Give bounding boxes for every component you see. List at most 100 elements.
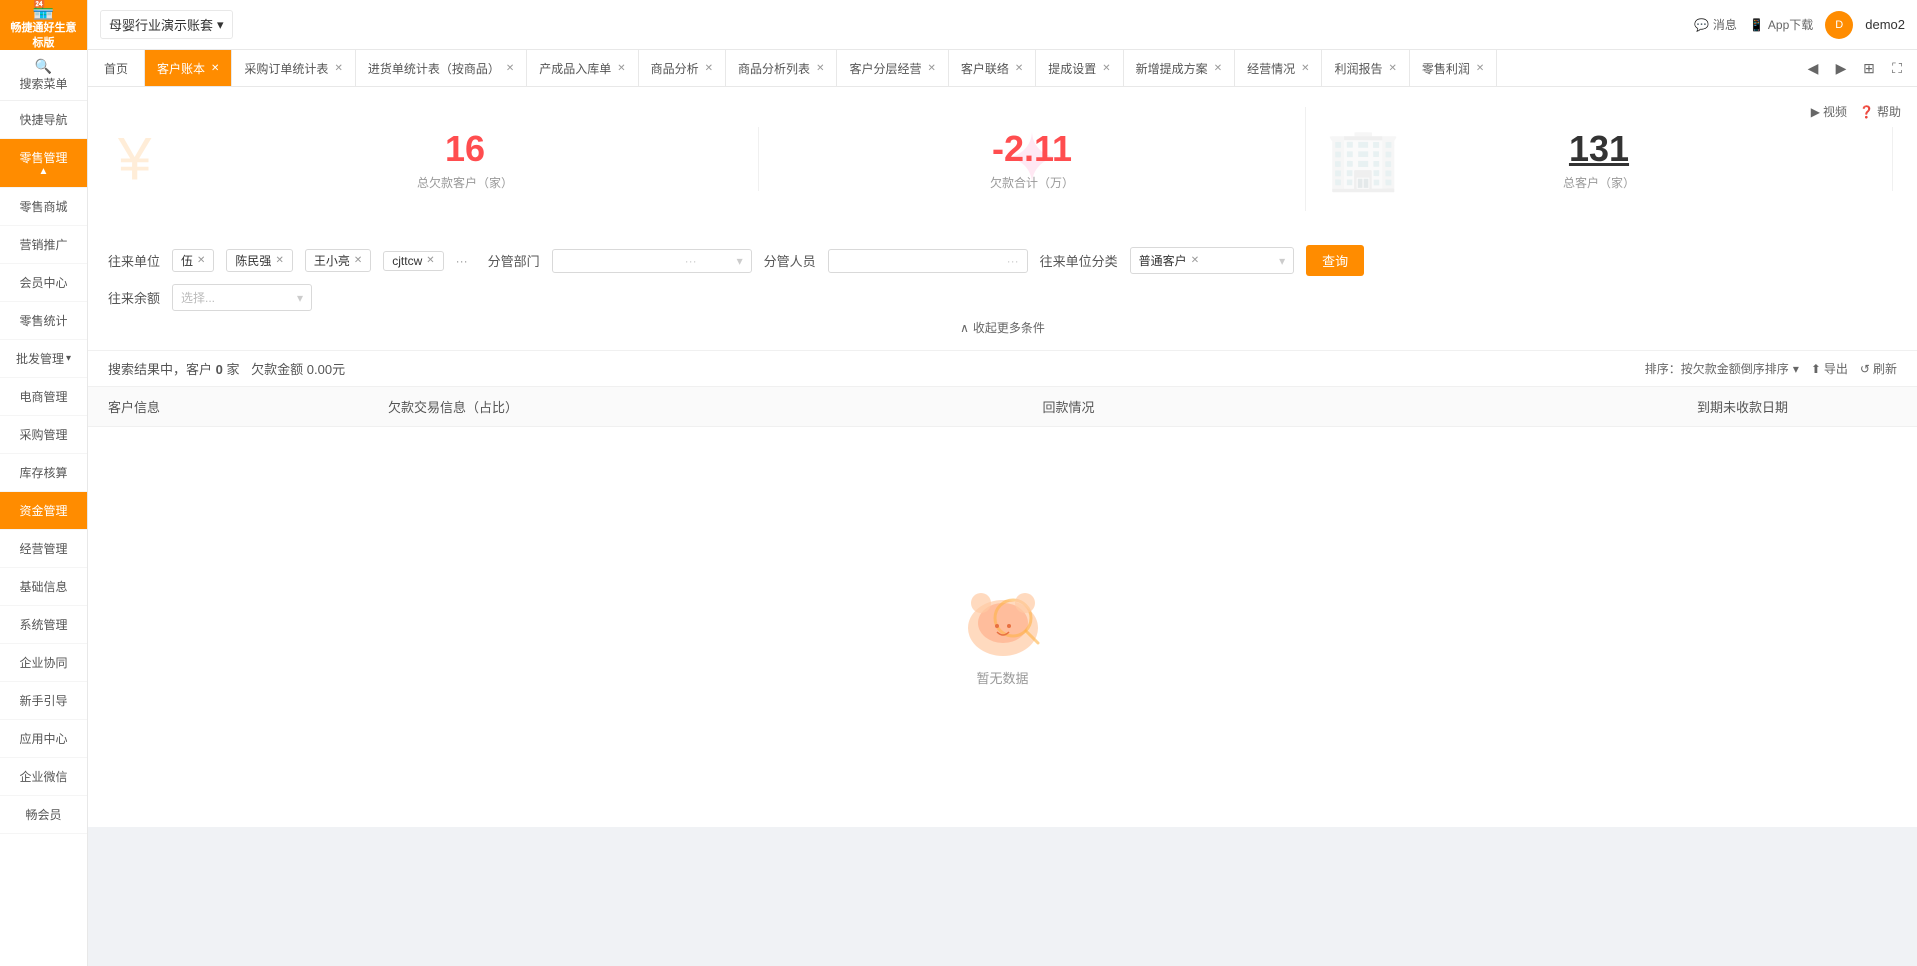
filter-tag-cjttcw-remove[interactable]: ✕ xyxy=(426,255,434,266)
tab-product-inbound[interactable]: 产成品入库单 ✕ xyxy=(527,50,638,86)
tab-commission-settings-label: 提成设置 xyxy=(1048,60,1096,77)
tab-expand[interactable]: ⊞ xyxy=(1857,56,1881,80)
tab-retail-profit-close[interactable]: ✕ xyxy=(1476,63,1484,74)
tab-retail-profit-label: 零售利润 xyxy=(1422,60,1470,77)
dept-select[interactable]: ··· ▾ xyxy=(552,249,752,273)
results-actions: 排序：按欠款金额倒序排序 ▾ ⬆ 导出 ↺ 刷新 xyxy=(1645,360,1897,377)
tab-retail-profit[interactable]: 零售利润 ✕ xyxy=(1410,50,1497,86)
tab-profit-report-close[interactable]: ✕ xyxy=(1389,63,1397,74)
tab-customer-tier-close[interactable]: ✕ xyxy=(927,63,935,74)
category-tag-remove[interactable]: ✕ xyxy=(1191,255,1199,266)
stat-icon-building: 🏢 xyxy=(1326,124,1401,195)
tab-product-inbound-close[interactable]: ✕ xyxy=(617,63,625,74)
tab-purchase-order-close[interactable]: ✕ xyxy=(334,63,342,74)
tab-purchase-stats-close[interactable]: ✕ xyxy=(506,63,514,74)
filter-tag-wang-remove[interactable]: ✕ xyxy=(354,255,362,266)
sidebar-item-wholesale[interactable]: 批发管理 ▾ xyxy=(0,340,87,378)
sidebar-item-operations[interactable]: 经营管理 xyxy=(0,530,87,568)
logo-text-line1: 畅捷通好生意 xyxy=(11,21,77,35)
tab-product-analysis-list-close[interactable]: ✕ xyxy=(816,63,824,74)
tab-commission-settings-close[interactable]: ✕ xyxy=(1102,63,1110,74)
tab-customer-account-close[interactable]: ✕ xyxy=(211,63,219,74)
tab-scroll-right[interactable]: ▶ xyxy=(1829,56,1853,80)
sidebar-item-basic-info[interactable]: 基础信息 xyxy=(0,568,87,606)
video-button[interactable]: ▶ 视频 xyxy=(1811,103,1847,120)
sidebar-item-beginner-guide[interactable]: 新手引导 xyxy=(0,682,87,720)
tab-commission-settings[interactable]: 提成设置 ✕ xyxy=(1036,50,1123,86)
tab-product-analysis-close[interactable]: ✕ xyxy=(705,63,713,74)
empty-illustration: 暂无数据 xyxy=(943,568,1063,687)
tab-purchase-stats-by-product[interactable]: 进货单统计表（按商品） ✕ xyxy=(356,50,527,86)
tab-profit-report[interactable]: 利润报告 ✕ xyxy=(1322,50,1409,86)
filter-tag-chen: 陈民强 ✕ xyxy=(226,249,292,272)
user-name: demo2 xyxy=(1865,17,1905,32)
tab-customer-tier-label: 客户分层经营 xyxy=(849,60,921,77)
sidebar-item-ecommerce[interactable]: 电商管理 xyxy=(0,378,87,416)
person-select[interactable]: ··· xyxy=(828,249,1028,273)
sidebar-item-retail-mall[interactable]: 零售商城 xyxy=(0,188,87,226)
refresh-button[interactable]: ↺ 刷新 xyxy=(1860,360,1897,377)
table-col1: 客户信息 xyxy=(108,397,388,416)
sidebar-item-retail-stats[interactable]: 零售统计 xyxy=(0,302,87,340)
sidebar-item-retail-management[interactable]: 零售管理 ▲ xyxy=(0,139,87,188)
remaining-select-arrow: ▾ xyxy=(297,291,303,305)
help-button[interactable]: ❓ 帮助 xyxy=(1859,103,1901,120)
sidebar-item-app-center[interactable]: 应用中心 xyxy=(0,720,87,758)
filter-tag-wu-remove[interactable]: ✕ xyxy=(197,255,205,266)
sidebar-item-members[interactable]: 会员中心 xyxy=(0,264,87,302)
refresh-icon: ↺ xyxy=(1860,362,1870,376)
tab-customer-contact[interactable]: 客户联络 ✕ xyxy=(949,50,1036,86)
filter-more-button[interactable]: ··· xyxy=(456,254,468,268)
tab-customer-tier[interactable]: 客户分层经营 ✕ xyxy=(837,50,948,86)
sidebar-wholesale-label: 批发管理 xyxy=(16,350,64,367)
empty-state-svg xyxy=(943,568,1063,668)
tab-customer-account[interactable]: 客户账本 ✕ xyxy=(145,50,232,86)
filter-tag-chen-text: 陈民强 xyxy=(235,252,271,269)
sidebar-item-changhui[interactable]: 畅会员 xyxy=(0,796,87,834)
tab-operations-close[interactable]: ✕ xyxy=(1301,63,1309,74)
tab-operations[interactable]: 经营情况 ✕ xyxy=(1235,50,1322,86)
tab-new-commission-close[interactable]: ✕ xyxy=(1214,63,1222,74)
tabbar: 首页 客户账本 ✕ 采购订单统计表 ✕ 进货单统计表（按商品） ✕ 产成品入库单… xyxy=(88,50,1917,87)
tab-fullscreen[interactable]: ⛶ xyxy=(1885,56,1909,80)
tab-customer-contact-close[interactable]: ✕ xyxy=(1015,63,1023,74)
message-button[interactable]: 💬 消息 xyxy=(1694,16,1737,33)
tab-purchase-stats-label: 进货单统计表（按商品） xyxy=(368,60,500,77)
sidebar-item-marketing[interactable]: 营销推广 xyxy=(0,226,87,264)
collapse-button[interactable]: ∧ 收起更多条件 xyxy=(960,319,1045,336)
filter-tag-wu-text: 伍 xyxy=(181,252,193,269)
sort-selector[interactable]: 排序：按欠款金额倒序排序 ▾ xyxy=(1645,360,1799,377)
sidebar-item-system[interactable]: 系统管理 xyxy=(0,606,87,644)
main-area: 母婴行业演示账套 ▾ 💬 消息 📱 App下载 D demo2 首页 客户账本 xyxy=(88,0,1917,966)
tab-new-commission[interactable]: 新增提成方案 ✕ xyxy=(1124,50,1235,86)
filter-tag-cjttcw: cjttcw ✕ xyxy=(383,251,443,271)
app-download-button[interactable]: 📱 App下载 xyxy=(1749,16,1813,33)
export-label: 导出 xyxy=(1824,360,1848,377)
category-select[interactable]: 普通客户 ✕ ▾ xyxy=(1130,247,1294,274)
sidebar-item-enterprise-wechat[interactable]: 企业微信 xyxy=(0,758,87,796)
sidebar-item-enterprise-collab[interactable]: 企业协同 xyxy=(0,644,87,682)
sidebar-item-search[interactable]: 🔍 搜索菜单 xyxy=(0,50,87,101)
sidebar-item-purchase[interactable]: 采购管理 xyxy=(0,416,87,454)
dept-select-dots: ··· xyxy=(685,254,697,268)
unit-filter-label: 往来单位 xyxy=(108,251,160,270)
export-button[interactable]: ⬆ 导出 xyxy=(1811,360,1848,377)
tabbar-actions: ◀ ▶ ⊞ ⛶ xyxy=(1793,56,1917,80)
help-label: 帮助 xyxy=(1877,103,1901,120)
tab-product-analysis[interactable]: 商品分析 ✕ xyxy=(639,50,726,86)
filter-tag-wang: 王小亮 ✕ xyxy=(305,249,371,272)
tab-home-label: 首页 xyxy=(104,60,128,77)
query-button[interactable]: 查询 xyxy=(1306,245,1364,276)
sidebar-item-inventory[interactable]: 库存核算 xyxy=(0,454,87,492)
user-avatar[interactable]: D xyxy=(1825,11,1853,39)
tab-product-analysis-list[interactable]: 商品分析列表 ✕ xyxy=(726,50,837,86)
sidebar-logo: 🏪 畅捷通好生意 标版 xyxy=(0,0,87,50)
tab-scroll-left[interactable]: ◀ xyxy=(1801,56,1825,80)
filter-tag-chen-remove[interactable]: ✕ xyxy=(275,255,283,266)
remaining-select[interactable]: 选择... ▾ xyxy=(172,284,312,311)
sidebar-item-finance[interactable]: 资金管理 xyxy=(0,492,87,530)
tab-purchase-order-stats[interactable]: 采购订单统计表 ✕ xyxy=(232,50,355,86)
sidebar-item-quicknav[interactable]: 快捷导航 xyxy=(0,101,87,139)
tab-home[interactable]: 首页 xyxy=(88,50,145,86)
store-selector[interactable]: 母婴行业演示账套 ▾ xyxy=(100,10,233,39)
